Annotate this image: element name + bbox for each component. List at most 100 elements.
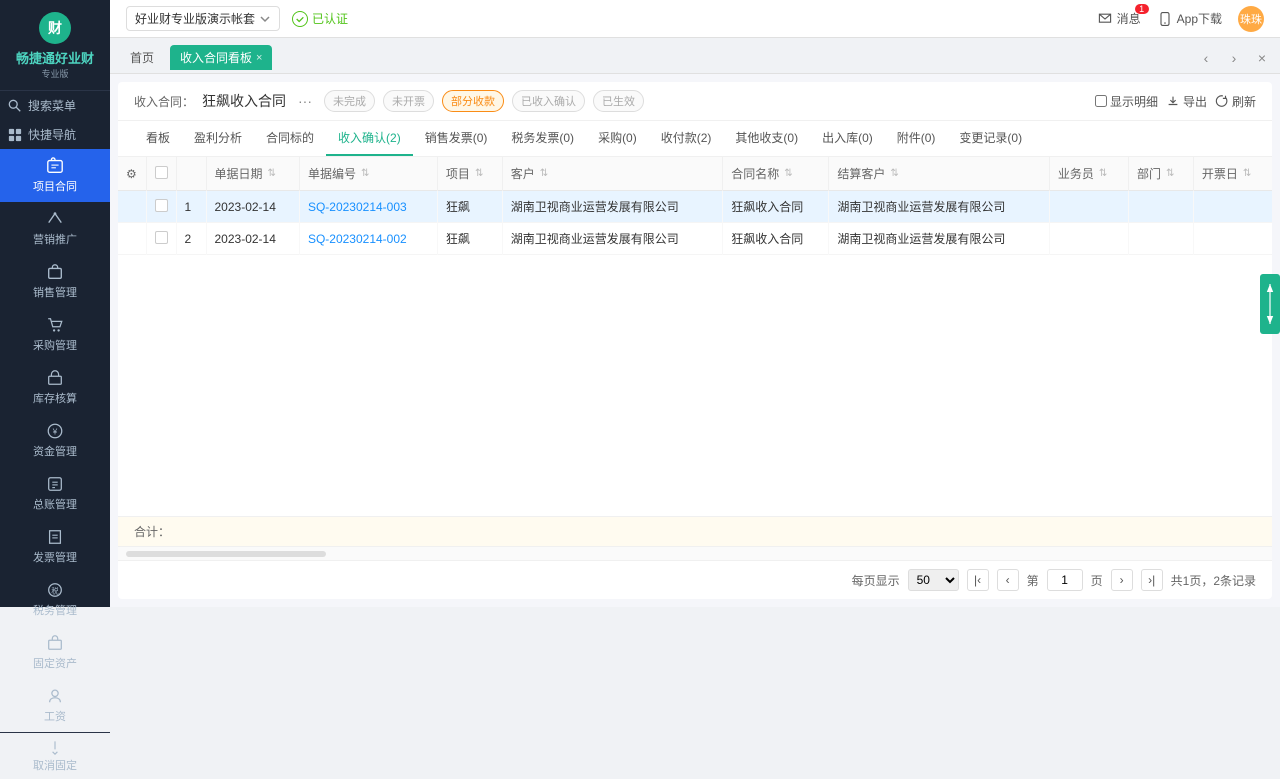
subtab-other-income[interactable]: 其他收支(0) <box>723 121 810 156</box>
subtab-warehouse[interactable]: 出入库(0) <box>810 121 885 156</box>
subtab-payment[interactable]: 收付款(2) <box>649 121 724 156</box>
logo-icon: 财 <box>37 10 73 46</box>
sidebar-item-purchase[interactable]: 采购管理 <box>0 308 110 361</box>
page-next-btn[interactable]: › <box>1111 569 1133 591</box>
page-first-btn[interactable]: |‹ <box>967 569 989 591</box>
row-contract-name: 狂飙收入合同 <box>723 191 829 223</box>
subtab-purchase[interactable]: 采购(0) <box>586 121 649 156</box>
contract-more-btn[interactable]: ··· <box>294 93 316 109</box>
row-open-date <box>1193 223 1272 255</box>
row-checkbox[interactable] <box>155 231 168 244</box>
export-btn[interactable]: 导出 <box>1166 93 1207 110</box>
sidebar-item-marketing[interactable]: 营销推广 <box>0 202 110 255</box>
col-customer[interactable]: 客户 ⇅ <box>502 157 723 191</box>
status-uninvoiced[interactable]: 未开票 <box>383 90 434 112</box>
win-prev-btn[interactable]: ‹ <box>1196 48 1216 68</box>
subtab-tax-invoice[interactable]: 税务发票(0) <box>499 121 586 156</box>
detail-checkbox-input[interactable] <box>1095 95 1107 107</box>
row-open-date <box>1193 191 1272 223</box>
sidebar-item-summary[interactable]: 总账管理 <box>0 467 110 520</box>
sidebar-item-sales[interactable]: 销售管理 <box>0 255 110 308</box>
row-department <box>1129 191 1194 223</box>
right-action-btn[interactable] <box>1260 274 1280 334</box>
table-footer: 合计： <box>118 516 1272 546</box>
col-contract-name[interactable]: 合同名称 ⇅ <box>723 157 829 191</box>
sidebar-item-project[interactable]: 项目合同 <box>0 149 110 202</box>
subtab-profit[interactable]: 盈利分析 <box>182 121 254 156</box>
tax-icon: 税 <box>46 581 64 599</box>
sidebar-item-invoice[interactable]: 发票管理 <box>0 520 110 573</box>
doc-no-link[interactable]: SQ-20230214-002 <box>308 232 407 246</box>
user-area[interactable]: 珠珠 <box>1238 6 1264 32</box>
sidebar-bottom: 取消固定 <box>0 732 110 779</box>
row-project: 狂飙 <box>437 191 502 223</box>
row-gear <box>118 223 146 255</box>
sales-icon <box>46 263 64 281</box>
col-settings[interactable]: ⚙ <box>118 157 146 191</box>
col-open-date[interactable]: 开票日 ⇅ <box>1193 157 1272 191</box>
page-last-btn[interactable]: ›| <box>1141 569 1163 591</box>
row-checkbox-cell[interactable] <box>146 191 176 223</box>
sidebar-item-capital[interactable]: ¥ 资金管理 <box>0 414 110 467</box>
sidebar-item-fixed[interactable]: 固定资产 <box>0 626 110 679</box>
message-btn[interactable]: 消息 1 <box>1097 10 1141 27</box>
row-doc-no[interactable]: SQ-20230214-003 <box>299 191 437 223</box>
app-download-btn[interactable]: App下载 <box>1157 10 1222 27</box>
scroll-area[interactable] <box>118 546 1272 560</box>
certified-badge: 已认证 <box>292 10 348 27</box>
table-row[interactable]: 1 2023-02-14 SQ-20230214-003 狂飙 湖南卫视商业运营… <box>118 191 1272 223</box>
sidebar-quick-nav[interactable]: 快捷导航 <box>0 120 110 149</box>
tab-close-btn[interactable]: × <box>256 52 262 64</box>
subtab-contracts[interactable]: 合同标的 <box>254 121 326 156</box>
company-selector[interactable]: 好业财专业版演示帐套 <box>126 6 280 31</box>
sidebar-item-hr[interactable]: 工资 <box>0 679 110 732</box>
col-department[interactable]: 部门 ⇅ <box>1129 157 1194 191</box>
sidebar-cancel-pin[interactable]: 取消固定 <box>0 733 110 779</box>
col-date[interactable]: 单据日期 ⇅ <box>206 157 299 191</box>
row-doc-no[interactable]: SQ-20230214-002 <box>299 223 437 255</box>
subtab-kanban[interactable]: 看板 <box>134 121 182 156</box>
invoice-icon <box>46 528 64 546</box>
subtab-sales-invoice[interactable]: 销售发票(0) <box>413 121 500 156</box>
capital-icon: ¥ <box>46 422 64 440</box>
col-settlement-customer[interactable]: 结算客户 ⇅ <box>829 157 1050 191</box>
col-check-all[interactable] <box>146 157 176 191</box>
sidebar-item-inventory[interactable]: 库存核算 <box>0 361 110 414</box>
data-table: ⚙ 单据日期 ⇅ 单据编号 ⇅ <box>118 157 1272 255</box>
per-page-select[interactable]: 50 100 200 <box>908 569 959 591</box>
display-detail-checkbox[interactable]: 显示明细 <box>1095 93 1158 110</box>
subtab-attachment[interactable]: 附件(0) <box>885 121 948 156</box>
status-active[interactable]: 已生效 <box>593 90 644 112</box>
tabbar: 首页 收入合同看板 × ‹ › × <box>110 38 1280 74</box>
marketing-icon <box>46 210 64 228</box>
subtab-change-log[interactable]: 变更记录(0) <box>947 121 1034 156</box>
status-partial[interactable]: 部分收款 <box>442 90 504 112</box>
win-close-btn[interactable]: × <box>1252 48 1272 68</box>
check-all-checkbox[interactable] <box>155 166 168 179</box>
row-checkbox[interactable] <box>155 199 168 212</box>
app-label: App下载 <box>1177 10 1222 27</box>
sidebar-logo: 财 畅捷通好业财 专业版 <box>0 0 110 91</box>
tab-home[interactable]: 首页 <box>118 45 166 70</box>
table-wrapper: ⚙ 单据日期 ⇅ 单据编号 ⇅ <box>118 157 1272 516</box>
sort-opendate-icon: ⇅ <box>1243 168 1251 179</box>
phone-icon <box>1157 11 1173 27</box>
row-checkbox-cell[interactable] <box>146 223 176 255</box>
col-project[interactable]: 项目 ⇅ <box>437 157 502 191</box>
sidebar-search[interactable]: 搜索菜单 <box>0 91 110 120</box>
table-row[interactable]: 2 2023-02-14 SQ-20230214-002 狂飙 湖南卫视商业运营… <box>118 223 1272 255</box>
row-customer: 湖南卫视商业运营发展有限公司 <box>502 191 723 223</box>
status-incomplete[interactable]: 未完成 <box>324 90 375 112</box>
doc-no-link[interactable]: SQ-20230214-003 <box>308 200 407 214</box>
page-prev-btn[interactable]: ‹ <box>997 569 1019 591</box>
col-salesperson[interactable]: 业务员 ⇅ <box>1049 157 1128 191</box>
win-next-btn[interactable]: › <box>1224 48 1244 68</box>
scroll-thumb[interactable] <box>126 551 326 557</box>
sidebar-item-tax[interactable]: 税 税务管理 <box>0 573 110 626</box>
page-input[interactable] <box>1047 569 1083 591</box>
status-confirmed[interactable]: 已收入确认 <box>512 90 585 112</box>
refresh-btn[interactable]: 刷新 <box>1215 93 1256 110</box>
tab-revenue-contract[interactable]: 收入合同看板 × <box>170 45 272 70</box>
subtab-revenue-confirm[interactable]: 收入确认(2) <box>326 121 413 156</box>
col-doc-no[interactable]: 单据编号 ⇅ <box>299 157 437 191</box>
